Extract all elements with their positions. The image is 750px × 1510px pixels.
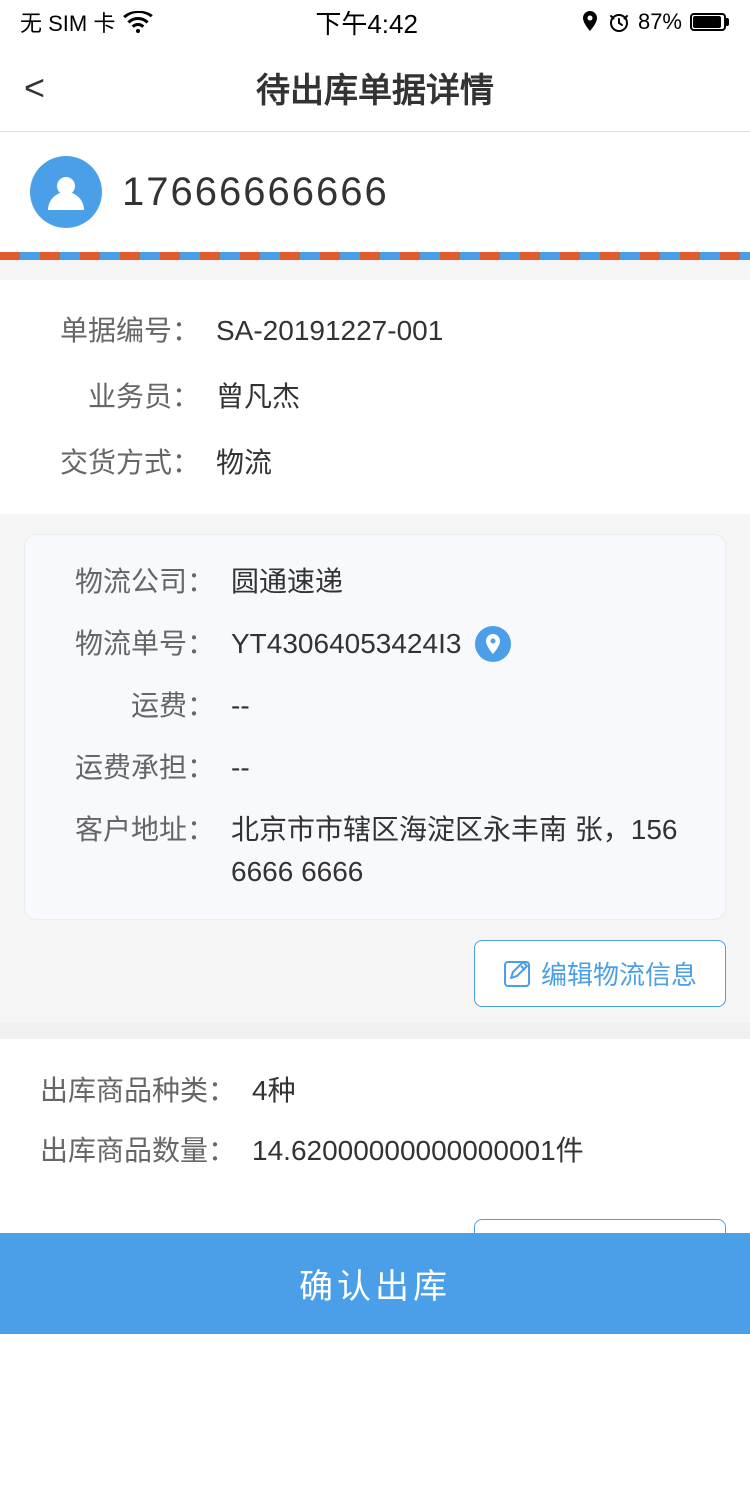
- freight-bear-row: 运费承担： --: [55, 747, 695, 789]
- salesman-value: 曾凡杰: [216, 376, 710, 418]
- user-phone: 17666666666: [122, 170, 389, 215]
- pin-icon: [482, 633, 504, 655]
- confirm-button[interactable]: 确认出库: [0, 1259, 750, 1308]
- product-type-label: 出库商品种类：: [40, 1069, 236, 1109]
- logistics-company-label: 物流公司：: [55, 561, 215, 603]
- gray-divider: [0, 1023, 750, 1039]
- avatar-icon: [44, 170, 88, 214]
- tracking-value-container: YT43064053424I3: [231, 623, 695, 665]
- address-row: 客户地址： 北京市市辖区海淀区永丰南 张，156 6666 6666: [55, 809, 695, 893]
- product-section: 出库商品种类： 4种 出库商品数量： 14.62000000000000001件: [0, 1039, 750, 1199]
- logistics-company-value: 圆通速递: [231, 561, 695, 603]
- salesman-label: 业务员：: [40, 376, 200, 418]
- delivery-value: 物流: [216, 442, 710, 484]
- status-right: 87%: [580, 9, 730, 35]
- status-time: 下午4:42: [315, 4, 418, 41]
- dashed-divider: [0, 252, 750, 260]
- tracking-label: 物流单号：: [55, 623, 215, 665]
- freight-bear-value: --: [231, 747, 695, 789]
- status-bar: 无 SIM 卡 下午4:42 87%: [0, 0, 750, 44]
- alarm-icon: [608, 11, 630, 33]
- address-label: 客户地址：: [55, 809, 215, 851]
- freight-value: --: [231, 685, 695, 727]
- freight-row: 运费： --: [55, 685, 695, 727]
- edit-btn-label: 编辑物流信息: [541, 955, 697, 992]
- doc-number-row: 单据编号： SA-20191227-001: [40, 310, 710, 352]
- back-button[interactable]: <: [24, 67, 45, 109]
- product-qty-row: 出库商品数量： 14.62000000000000001件: [40, 1129, 710, 1169]
- logistics-company-row: 物流公司： 圆通速递: [55, 561, 695, 603]
- delivery-row: 交货方式： 物流: [40, 442, 710, 484]
- nav-title: 待出库单据详情: [256, 63, 494, 112]
- freight-bear-label: 运费承担：: [55, 747, 215, 789]
- tracking-value: YT43064053424I3: [231, 623, 461, 665]
- order-info-section: 单据编号： SA-20191227-001 业务员： 曾凡杰 交货方式： 物流: [0, 280, 750, 514]
- product-qty-value: 14.62000000000000001件: [252, 1129, 584, 1169]
- product-type-row: 出库商品种类： 4种: [40, 1069, 710, 1109]
- battery-percent: 87%: [638, 9, 682, 35]
- delivery-label: 交货方式：: [40, 442, 200, 484]
- edit-icon: [503, 960, 531, 988]
- edit-logistics-button[interactable]: 编辑物流信息: [474, 940, 726, 1007]
- confirm-btn-container: 确认出库: [0, 1233, 750, 1334]
- tracking-row: 物流单号： YT43064053424I3: [55, 623, 695, 665]
- nav-bar: < 待出库单据详情: [0, 44, 750, 132]
- battery-icon: [690, 11, 730, 33]
- product-qty-label: 出库商品数量：: [40, 1129, 236, 1169]
- doc-number-value: SA-20191227-001: [216, 310, 710, 352]
- edit-btn-row: 编辑物流信息: [0, 940, 750, 1023]
- user-header: 17666666666: [0, 132, 750, 252]
- status-carrier: 无 SIM 卡: [20, 6, 153, 38]
- freight-label: 运费：: [55, 685, 215, 727]
- tracking-location-icon[interactable]: [475, 626, 511, 662]
- address-value: 北京市市辖区海淀区永丰南 张，156 6666 6666: [231, 809, 695, 893]
- salesman-row: 业务员： 曾凡杰: [40, 376, 710, 418]
- product-type-value: 4种: [252, 1069, 296, 1109]
- bottom-spacer: [0, 1310, 750, 1510]
- location-status-icon: [580, 11, 600, 33]
- wifi-icon: [123, 11, 153, 33]
- doc-number-label: 单据编号：: [40, 310, 200, 352]
- user-avatar: [30, 156, 102, 228]
- logistics-card: 物流公司： 圆通速递 物流单号： YT43064053424I3 运费： -- …: [24, 534, 726, 920]
